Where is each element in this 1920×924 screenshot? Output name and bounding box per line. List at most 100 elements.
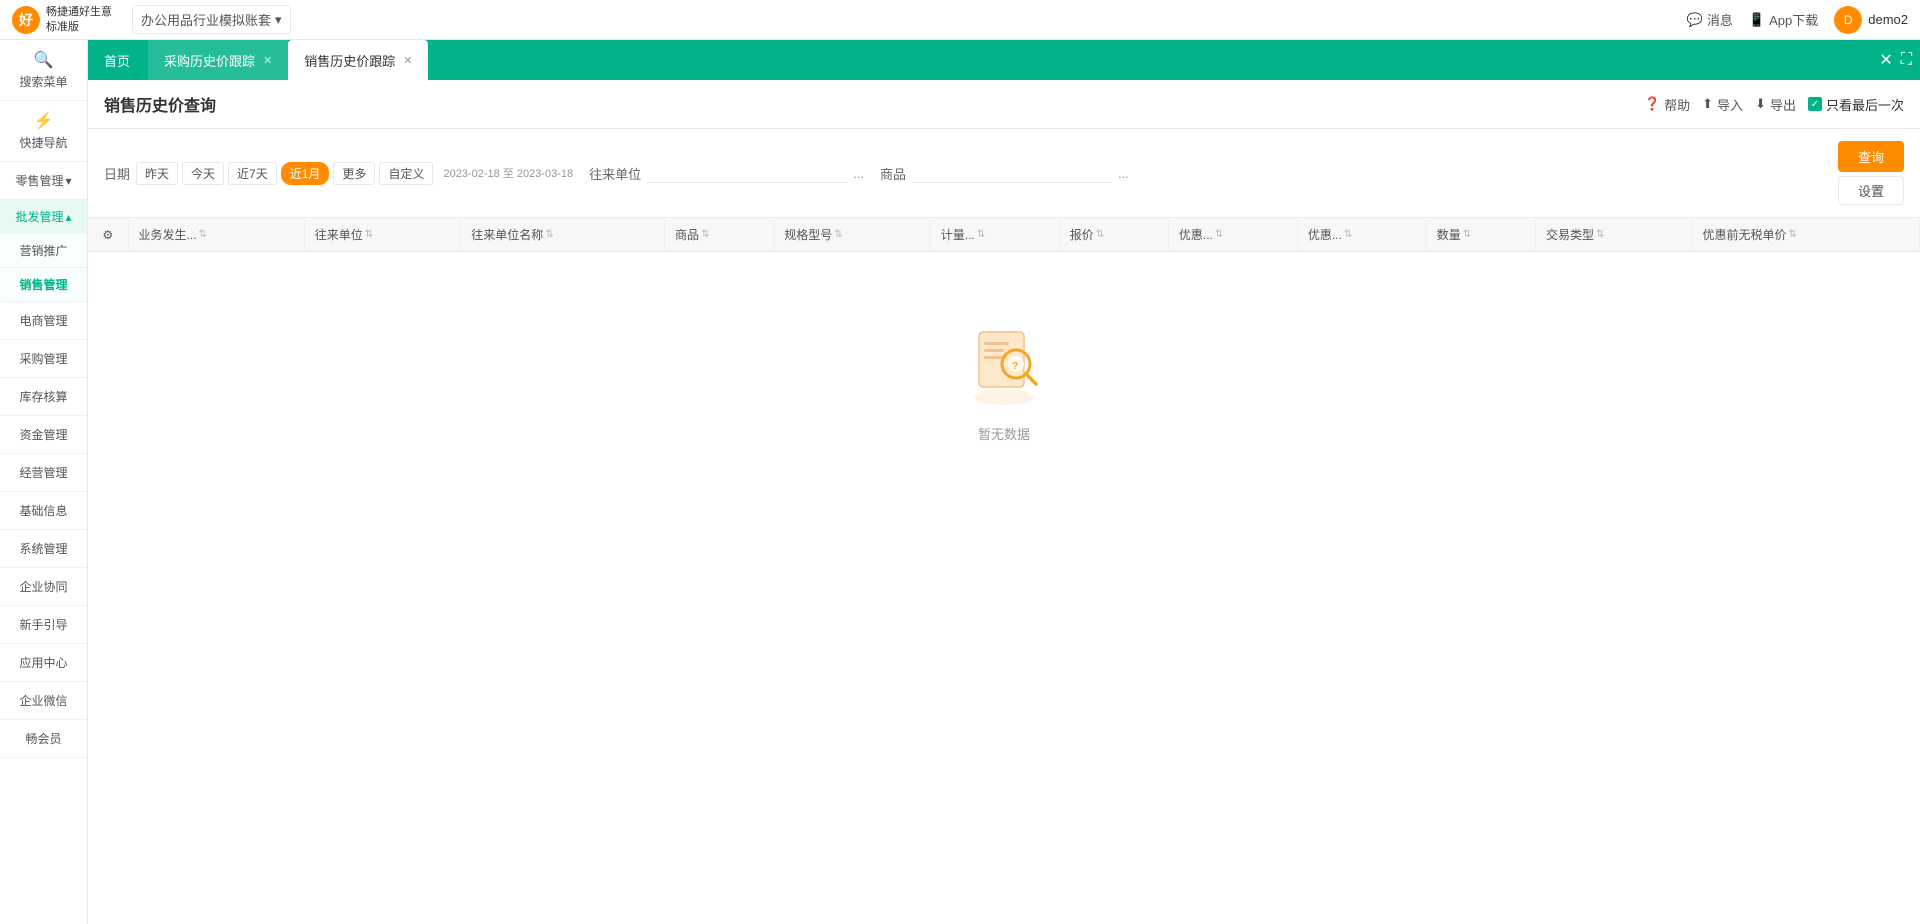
sidebar-item-member[interactable]: 畅会员 (0, 720, 87, 758)
sidebar-item-search-menu[interactable]: 🔍 搜索菜单 (0, 40, 87, 101)
page-header-actions: ❓ 帮助 ⬆ 导入 ⬇ 导出 ✓ 只看最后一次 (1644, 95, 1904, 114)
sidebar-item-enterprise-coop[interactable]: 企业协同 (0, 568, 87, 606)
settings-icon: ⚙ (102, 228, 113, 242)
sort-icon: ⇅ (1215, 229, 1223, 240)
partner-dots[interactable]: ... (853, 166, 864, 181)
maximize-icon[interactable]: ⛶ (1901, 51, 1912, 69)
tab-home[interactable]: 首页 (88, 40, 146, 80)
table-header-row: ⚙ 业务发生... ⇅ 往来单位 (88, 218, 1920, 252)
logo-area: 好 畅捷通好生意 标准版 (12, 5, 112, 34)
tab-close-icon[interactable]: ✕ (403, 54, 412, 67)
tab-bar-right: ✕ ⛶ (1879, 50, 1920, 70)
sidebar-item-system[interactable]: 系统管理 (0, 530, 87, 568)
sidebar-item-new-guide[interactable]: 新手引导 (0, 606, 87, 644)
filter-actions: 查询 设置 (1838, 141, 1904, 205)
lightning-icon: ⚡ (34, 111, 54, 131)
close-window-icon[interactable]: ✕ (1879, 50, 1892, 70)
avatar: D (1834, 6, 1862, 34)
sidebar-item-retail-mgmt[interactable]: 零售管理 ▾ (0, 162, 87, 200)
sort-icon: ⇅ (1596, 229, 1604, 240)
sidebar-item-basic-info[interactable]: 基础信息 (0, 492, 87, 530)
date-btn-custom[interactable]: 自定义 (379, 162, 433, 185)
download-icon: 📱 (1749, 12, 1765, 28)
import-icon: ⬆ (1702, 96, 1713, 112)
export-action[interactable]: ⬇ 导出 (1755, 95, 1796, 114)
date-btn-yesterday[interactable]: 昨天 (136, 162, 178, 185)
tab-sales-history[interactable]: 销售历史价跟踪 ✕ (288, 40, 428, 80)
date-btn-last7days[interactable]: 近7天 (228, 162, 277, 185)
table-container: ⚙ 业务发生... ⇅ 往来单位 (88, 218, 1920, 503)
tab-label: 销售历史价跟踪 (304, 51, 395, 70)
chevron-down-icon: ▾ (65, 174, 71, 188)
sidebar-item-purchase[interactable]: 采购管理 (0, 340, 87, 378)
th-settings[interactable]: ⚙ (88, 218, 128, 252)
th-business-date[interactable]: 业务发生... ⇅ (128, 218, 304, 252)
th-partner-code[interactable]: 往来单位 ⇅ (304, 218, 461, 252)
sidebar-item-inventory[interactable]: 库存核算 (0, 378, 87, 416)
th-spec[interactable]: 规格型号 ⇅ (774, 218, 931, 252)
logo-icon: 好 (12, 6, 40, 34)
filter-bar: 日期 昨天 今天 近7天 近1月 更多 自定义 2023-02-18 至 202… (88, 129, 1920, 218)
sidebar-item-app-center[interactable]: 应用中心 (0, 644, 87, 682)
sidebar-item-label: 库存核算 (19, 388, 67, 405)
date-btn-today[interactable]: 今天 (182, 162, 224, 185)
partner-input[interactable] (647, 163, 847, 183)
only-last-checkbox-label[interactable]: ✓ 只看最后一次 (1808, 95, 1904, 114)
date-btn-more[interactable]: 更多 (333, 162, 375, 185)
date-btn-last1month[interactable]: 近1月 (281, 162, 330, 185)
sidebar-item-finance[interactable]: 资金管理 (0, 416, 87, 454)
partner-filter-group: 往来单位 ... (589, 163, 864, 183)
app-selector[interactable]: 办公用品行业模拟账套 ▾ (132, 5, 291, 34)
sort-icon: ⇅ (834, 229, 842, 240)
query-button[interactable]: 查询 (1838, 141, 1904, 172)
th-discount1[interactable]: 优惠... ⇅ (1168, 218, 1297, 252)
help-icon: ❓ (1644, 96, 1660, 112)
sort-icon: ⇅ (701, 229, 709, 240)
data-table: ⚙ 业务发生... ⇅ 往来单位 (88, 218, 1920, 252)
date-filter-group: 日期 昨天 今天 近7天 近1月 更多 自定义 2023-02-18 至 202… (104, 162, 573, 185)
sidebar-item-marketing[interactable]: 营销推广 (0, 234, 87, 268)
product-input[interactable] (912, 163, 1112, 183)
date-label: 日期 (104, 164, 130, 183)
sidebar-item-wholesale-mgmt[interactable]: 批发管理 ▴ (0, 200, 87, 234)
sidebar-item-quick-nav[interactable]: ⚡ 快捷导航 (0, 101, 87, 162)
th-partner-name[interactable]: 往来单位名称 ⇅ (461, 218, 665, 252)
message-action[interactable]: 💬 消息 (1687, 10, 1733, 29)
sidebar-item-label: 经营管理 (19, 464, 67, 481)
th-pre-discount-price[interactable]: 优惠前无税单价 ⇅ (1692, 218, 1920, 252)
th-product[interactable]: 商品 ⇅ (665, 218, 774, 252)
th-quantity[interactable]: 数量 ⇅ (1426, 218, 1535, 252)
product-dots[interactable]: ... (1118, 166, 1129, 181)
user-area[interactable]: D demo2 (1834, 6, 1908, 34)
tab-close-icon[interactable]: ✕ (263, 54, 272, 67)
th-quote-price[interactable]: 报价 ⇅ (1059, 218, 1168, 252)
header-left: 好 畅捷通好生意 标准版 办公用品行业模拟账套 ▾ (12, 5, 291, 34)
sidebar-item-operation[interactable]: 经营管理 (0, 454, 87, 492)
settings-button[interactable]: 设置 (1838, 176, 1904, 205)
sidebar-item-label: 资金管理 (19, 426, 67, 443)
sidebar-item-label: 电商管理 (19, 312, 67, 329)
sidebar-item-label: 系统管理 (19, 540, 67, 557)
help-action[interactable]: ❓ 帮助 (1644, 95, 1690, 114)
sidebar-item-sales-mgmt[interactable]: 销售管理 (0, 268, 87, 302)
import-action[interactable]: ⬆ 导入 (1702, 95, 1743, 114)
sidebar-item-ecommerce[interactable]: 电商管理 (0, 302, 87, 340)
sidebar-item-label: 采购管理 (19, 350, 67, 367)
th-trade-type[interactable]: 交易类型 ⇅ (1535, 218, 1692, 252)
sidebar-item-label: 快捷导航 (19, 134, 67, 151)
sort-icon: ⇅ (365, 229, 373, 240)
sidebar-item-enterprise-wechat[interactable]: 企业微信 (0, 682, 87, 720)
th-discount2[interactable]: 优惠... ⇅ (1297, 218, 1426, 252)
app-download-action[interactable]: 📱 App下载 (1749, 10, 1818, 29)
tab-label: 采购历史价跟踪 (164, 51, 255, 70)
th-unit[interactable]: 计量... ⇅ (930, 218, 1059, 252)
sort-icon: ⇅ (1344, 229, 1352, 240)
empty-state: ? 暂无数据 (88, 252, 1920, 503)
main-layout: 🔍 搜索菜单 ⚡ 快捷导航 零售管理 ▾ 批发管理 ▴ 营销推广 销售管理 电商… (0, 40, 1920, 924)
tab-label: 首页 (104, 51, 130, 70)
user-name: demo2 (1868, 12, 1908, 27)
tab-purchase-history[interactable]: 采购历史价跟踪 ✕ (148, 40, 288, 80)
search-icon: 🔍 (34, 50, 54, 70)
empty-illustration: ? (954, 312, 1054, 412)
sidebar-item-label: 销售管理 (19, 278, 67, 292)
